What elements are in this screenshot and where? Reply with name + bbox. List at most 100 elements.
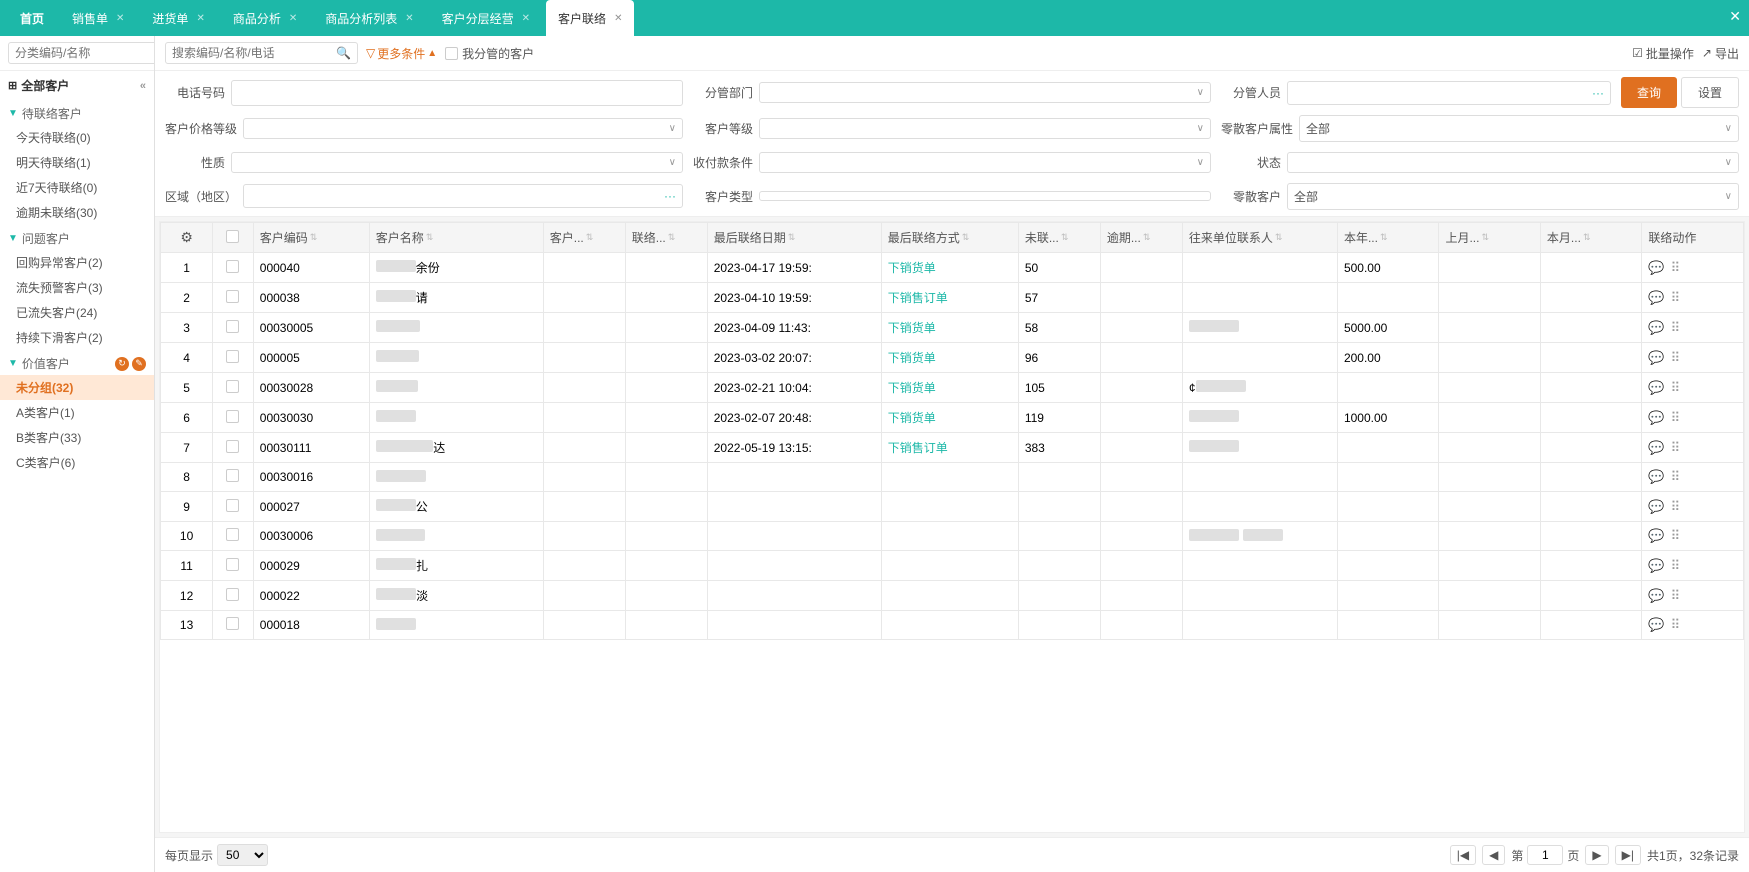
last-method-link[interactable]: 下销货单 <box>888 381 936 395</box>
col-no-contact-header[interactable]: 未联...⇅ <box>1018 223 1100 253</box>
col-contact-header[interactable]: 联络...⇅ <box>625 223 707 253</box>
action-chat-icon[interactable]: 💬 <box>1648 588 1664 604</box>
col-last-month-header[interactable]: 上月...⇅ <box>1439 223 1540 253</box>
last-method-link[interactable]: 下销货单 <box>888 411 936 425</box>
sidebar-search-input[interactable] <box>8 42 155 64</box>
first-page-btn[interactable]: |◀ <box>1450 845 1476 865</box>
action-more-icon[interactable]: ⠿ <box>1671 380 1681 396</box>
query-button[interactable]: 查询 <box>1621 77 1677 108</box>
my-customers-checkbox[interactable] <box>445 47 458 60</box>
customer-type-select[interactable] <box>759 191 1211 201</box>
last-method-link[interactable]: 下销售订单 <box>888 441 948 455</box>
manager-select[interactable]: ··· <box>1287 81 1611 105</box>
prev-page-btn[interactable]: ◀ <box>1482 845 1505 865</box>
col-name-header[interactable]: 客户名称⇅ <box>369 223 543 253</box>
all-customers-header[interactable]: ⊞ 全部客户 « <box>0 71 154 100</box>
col-code-header[interactable]: 客户编码⇅ <box>253 223 369 253</box>
col-this-month-header[interactable]: 本月...⇅ <box>1540 223 1641 253</box>
my-customers-toggle[interactable]: 我分管的客户 <box>445 45 534 62</box>
value-edit-icon[interactable]: ✎ <box>132 357 146 371</box>
row-checkbox[interactable] <box>226 469 239 482</box>
action-chat-icon[interactable]: 💬 <box>1648 380 1664 396</box>
sidebar-item-today-pending[interactable]: 今天待联络(0) <box>0 125 154 150</box>
action-chat-icon[interactable]: 💬 <box>1648 558 1664 574</box>
price-level-select[interactable]: ∨ <box>243 118 683 139</box>
row-checkbox[interactable] <box>226 290 239 303</box>
status-select[interactable]: ∨ <box>1287 152 1739 173</box>
sidebar-item-churn-warning[interactable]: 流失预警客户(3) <box>0 275 154 300</box>
tab-purchase-close[interactable]: ✕ <box>196 13 204 24</box>
value-refresh-icon[interactable]: ↻ <box>115 357 129 371</box>
pending-section-header[interactable]: ▼ 待联络客户 <box>0 100 154 125</box>
export-btn[interactable]: ↗ 导出 <box>1702 45 1739 62</box>
action-more-icon[interactable]: ⠿ <box>1671 558 1681 574</box>
tab-customer-contact[interactable]: 客户联络 ✕ <box>546 0 634 36</box>
region-select[interactable]: ··· <box>243 184 683 208</box>
col-last-date-header[interactable]: 最后联络日期⇅ <box>707 223 881 253</box>
sidebar-item-churned[interactable]: 已流失客户(24) <box>0 300 154 325</box>
sidebar-item-tomorrow-pending[interactable]: 明天待联络(1) <box>0 150 154 175</box>
action-more-icon[interactable]: ⠿ <box>1671 350 1681 366</box>
dept-select[interactable]: ∨ <box>759 82 1211 103</box>
col-this-year-header[interactable]: 本年...⇅ <box>1337 223 1438 253</box>
reset-button[interactable]: 设置 <box>1681 77 1739 108</box>
last-method-link[interactable]: 下销货单 <box>888 351 936 365</box>
customer-level-select[interactable]: ∨ <box>759 118 1211 139</box>
col-overdue-header[interactable]: 逾期...⇅ <box>1100 223 1182 253</box>
sidebar-item-7day-pending[interactable]: 近7天待联络(0) <box>0 175 154 200</box>
row-checkbox[interactable] <box>226 410 239 423</box>
select-all-checkbox[interactable] <box>226 230 239 243</box>
phone-input[interactable] <box>231 80 683 106</box>
page-number-input[interactable] <box>1527 845 1563 865</box>
row-checkbox[interactable] <box>226 588 239 601</box>
tab-customer-mgmt[interactable]: 客户分层经营 ✕ <box>430 0 542 36</box>
last-method-link[interactable]: 下销货单 <box>888 261 936 275</box>
nature-select[interactable]: ∨ <box>231 152 683 173</box>
more-conditions-btn[interactable]: ▽ 更多条件 ▲ <box>366 45 437 62</box>
window-close-icon[interactable]: ✕ <box>1729 8 1741 25</box>
sidebar-item-class-b[interactable]: B类客户(33) <box>0 425 154 450</box>
tab-analysis-close[interactable]: ✕ <box>289 13 297 24</box>
main-search-icon[interactable]: 🔍 <box>336 46 351 60</box>
action-chat-icon[interactable]: 💬 <box>1648 260 1664 276</box>
per-page-select[interactable]: 50 100 200 <box>217 844 268 866</box>
zero-customer-select[interactable]: 全部 ∨ <box>1287 183 1739 210</box>
problem-section-header[interactable]: ▼ 问题客户 <box>0 225 154 250</box>
sidebar-item-class-c[interactable]: C类客户(6) <box>0 450 154 475</box>
action-more-icon[interactable]: ⠿ <box>1671 320 1681 336</box>
next-page-btn[interactable]: ▶ <box>1585 845 1608 865</box>
tab-analysis-list-close[interactable]: ✕ <box>405 13 413 24</box>
row-checkbox[interactable] <box>226 260 239 273</box>
action-chat-icon[interactable]: 💬 <box>1648 440 1664 456</box>
action-more-icon[interactable]: ⠿ <box>1671 290 1681 306</box>
last-page-btn[interactable]: ▶| <box>1615 845 1641 865</box>
row-checkbox[interactable] <box>226 440 239 453</box>
action-chat-icon[interactable]: 💬 <box>1648 499 1664 515</box>
action-more-icon[interactable]: ⠿ <box>1671 440 1681 456</box>
action-more-icon[interactable]: ⠿ <box>1671 469 1681 485</box>
last-method-link[interactable]: 下销售订单 <box>888 291 948 305</box>
last-method-link[interactable]: 下销货单 <box>888 321 936 335</box>
manager-more-icon[interactable]: ··· <box>1592 86 1604 100</box>
action-more-icon[interactable]: ⠿ <box>1671 499 1681 515</box>
main-search-input[interactable] <box>172 46 332 60</box>
tab-analysis-list[interactable]: 商品分析列表 ✕ <box>313 0 425 36</box>
row-checkbox[interactable] <box>226 350 239 363</box>
sidebar-item-declining[interactable]: 持续下滑客户(2) <box>0 325 154 350</box>
action-chat-icon[interactable]: 💬 <box>1648 350 1664 366</box>
tab-customer-contact-close[interactable]: ✕ <box>614 13 622 24</box>
action-chat-icon[interactable]: 💬 <box>1648 290 1664 306</box>
sidebar-item-abnormal[interactable]: 回购异常客户(2) <box>0 250 154 275</box>
col-unit-contacts-header[interactable]: 往来单位联系人⇅ <box>1182 223 1337 253</box>
row-checkbox[interactable] <box>226 380 239 393</box>
region-more-icon[interactable]: ··· <box>664 189 676 203</box>
action-more-icon[interactable]: ⠿ <box>1671 588 1681 604</box>
tab-sales[interactable]: 销售单 ✕ <box>60 0 136 36</box>
value-section-header[interactable]: ▼ 价值客户 ↻ ✎ <box>0 350 154 375</box>
tab-customer-mgmt-close[interactable]: ✕ <box>522 13 530 24</box>
action-chat-icon[interactable]: 💬 <box>1648 469 1664 485</box>
action-chat-icon[interactable]: 💬 <box>1648 617 1664 633</box>
table-settings-icon[interactable]: ⚙ <box>180 229 193 245</box>
batch-ops-btn[interactable]: ☑ 批量操作 <box>1632 45 1694 62</box>
row-checkbox[interactable] <box>226 617 239 630</box>
